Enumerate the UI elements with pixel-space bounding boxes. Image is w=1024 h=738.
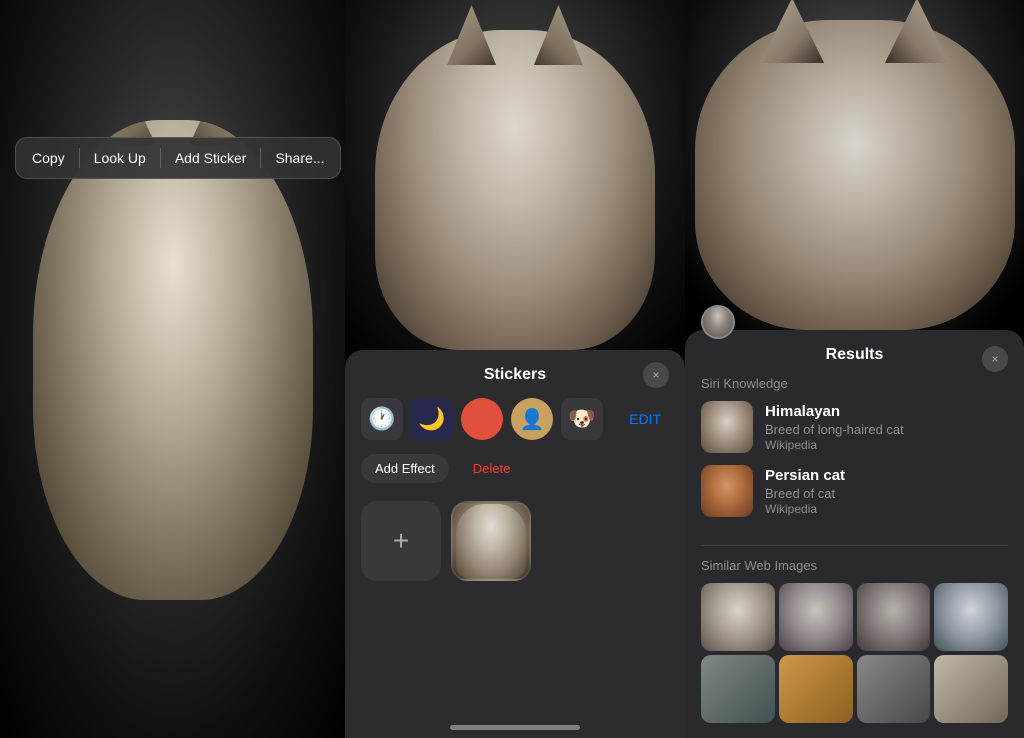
- stickers-emoji-row: 🕐 🌙 👤 🐶 EDIT: [361, 398, 669, 440]
- himalayan-name: Himalayan: [765, 403, 1008, 420]
- persian-thumb: [701, 465, 753, 517]
- menu-divider-3: [260, 148, 261, 168]
- similar-image-5[interactable]: [701, 655, 775, 723]
- similar-image-8[interactable]: [934, 655, 1008, 723]
- sticker-cat-preview[interactable]: [451, 501, 531, 581]
- similar-image-2[interactable]: [779, 583, 853, 651]
- cat-middle-body: [375, 30, 655, 350]
- delete-sticker-button[interactable]: Delete: [459, 454, 525, 483]
- edit-stickers-button[interactable]: EDIT: [621, 407, 669, 431]
- cat-avatar: [701, 305, 735, 339]
- persian-name: Persian cat: [765, 467, 1008, 484]
- similar-web-grid-row2: [701, 655, 1008, 723]
- cat-image-middle: [345, 0, 685, 350]
- results-close-button[interactable]: ×: [982, 346, 1008, 372]
- cat-image-right: [685, 0, 1024, 330]
- results-panel: Results × Siri Knowledge Himalayan Breed…: [685, 330, 1024, 738]
- right-panel: Results × Siri Knowledge Himalayan Breed…: [685, 0, 1024, 738]
- persian-source: Wikipedia: [765, 502, 1008, 516]
- himalayan-thumb: [701, 401, 753, 453]
- add-effect-button[interactable]: Add Effect: [361, 454, 449, 483]
- himalayan-desc: Breed of long-haired cat: [765, 422, 1008, 437]
- similar-web-label: Similar Web Images: [701, 558, 1008, 573]
- similar-image-4[interactable]: [934, 583, 1008, 651]
- cat-body-left: [33, 120, 313, 600]
- left-panel: Copy Look Up Add Sticker Share...: [0, 0, 345, 738]
- stickers-header: Stickers ×: [361, 366, 669, 384]
- results-title: Results: [826, 346, 884, 364]
- persian-info: Persian cat Breed of cat Wikipedia: [765, 467, 1008, 516]
- cat-ear-right: [523, 5, 593, 65]
- similar-image-1[interactable]: [701, 583, 775, 651]
- middle-panel: Stickers × 🕐 🌙 👤 🐶 EDIT Add Effect Delet…: [345, 0, 685, 738]
- similar-image-7[interactable]: [857, 655, 931, 723]
- cat-right-ear-right: [877, 0, 957, 63]
- persian-desc: Breed of cat: [765, 486, 1008, 501]
- sticker-moon[interactable]: 🌙: [411, 398, 453, 440]
- similar-web-grid-row1: [701, 583, 1008, 651]
- results-header: Results ×: [685, 342, 1024, 376]
- sticker-person[interactable]: 👤: [511, 398, 553, 440]
- cat-right-face: [695, 20, 1015, 330]
- stickers-title: Stickers: [484, 366, 546, 384]
- cat-image-left: [0, 0, 345, 738]
- cat-ear-left: [437, 5, 507, 65]
- himalayan-info: Himalayan Breed of long-haired cat Wikip…: [765, 403, 1008, 452]
- section-divider: [701, 545, 1008, 546]
- stickers-action-row: Add Effect Delete: [361, 454, 669, 483]
- similar-web-section: Similar Web Images: [685, 558, 1024, 723]
- home-indicator: [450, 725, 580, 730]
- menu-divider-1: [79, 148, 80, 168]
- add-sticker-plus-button[interactable]: +: [361, 501, 441, 581]
- cat-silhouette-left: [33, 120, 313, 600]
- similar-image-6[interactable]: [779, 655, 853, 723]
- similar-image-3[interactable]: [857, 583, 931, 651]
- cat-right-ear-left: [752, 0, 832, 63]
- sticker-circle-red[interactable]: [461, 398, 503, 440]
- menu-divider-2: [160, 148, 161, 168]
- lookup-button[interactable]: Look Up: [82, 144, 158, 172]
- knowledge-item-persian[interactable]: Persian cat Breed of cat Wikipedia: [701, 465, 1008, 517]
- stickers-close-button[interactable]: ×: [643, 362, 669, 388]
- copy-button[interactable]: Copy: [20, 144, 77, 172]
- add-sticker-button[interactable]: Add Sticker: [163, 144, 259, 172]
- sticker-dog[interactable]: 🐶: [561, 398, 603, 440]
- cat-avatar-inner: [703, 307, 733, 337]
- stickers-panel: Stickers × 🕐 🌙 👤 🐶 EDIT Add Effect Delet…: [345, 350, 685, 738]
- knowledge-item-himalayan[interactable]: Himalayan Breed of long-haired cat Wikip…: [701, 401, 1008, 453]
- share-button[interactable]: Share...: [263, 144, 336, 172]
- context-menu: Copy Look Up Add Sticker Share...: [15, 137, 341, 179]
- stickers-grid: +: [361, 497, 669, 585]
- himalayan-source: Wikipedia: [765, 438, 1008, 452]
- sticker-cat-body: [456, 504, 526, 579]
- siri-knowledge-section: Siri Knowledge Himalayan Breed of long-h…: [685, 376, 1024, 541]
- siri-knowledge-label: Siri Knowledge: [701, 376, 1008, 391]
- sticker-clock[interactable]: 🕐: [361, 398, 403, 440]
